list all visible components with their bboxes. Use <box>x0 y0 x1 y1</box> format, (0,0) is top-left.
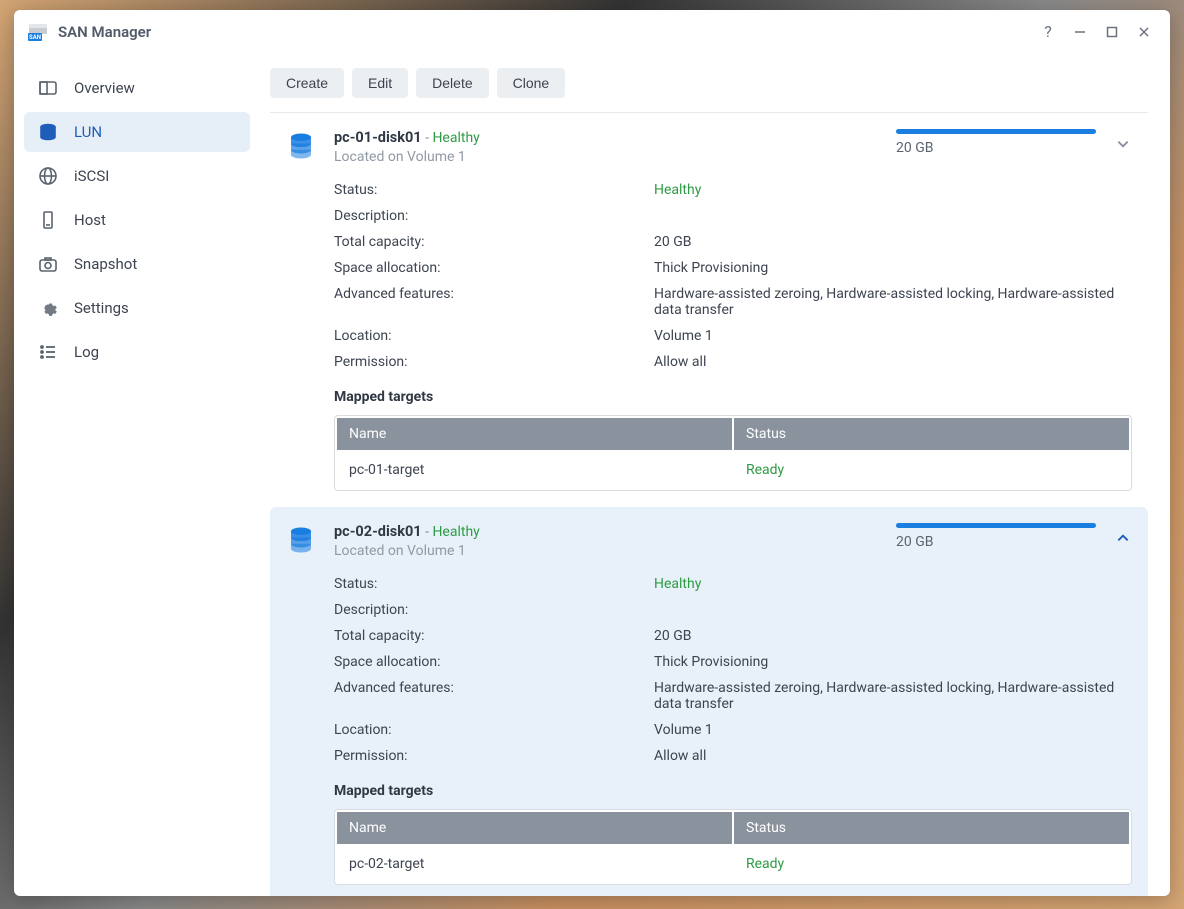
sidebar-item-label: Host <box>74 211 106 229</box>
edit-button[interactable]: Edit <box>352 68 408 98</box>
detail-value: 20 GB <box>654 234 691 250</box>
globe-icon <box>38 166 58 186</box>
sidebar: Overview LUN iSCSI Host <box>14 54 260 896</box>
titlebar: SAN SAN Manager ? <box>14 10 1170 54</box>
help-button[interactable]: ? <box>1034 18 1062 46</box>
col-name: Name <box>337 418 732 450</box>
sidebar-item-log[interactable]: Log <box>24 332 250 372</box>
detail-label: Location: <box>334 328 654 344</box>
usage-bar <box>896 523 1096 528</box>
detail-value: Hardware-assisted zeroing, Hardware-assi… <box>654 286 1132 318</box>
sidebar-item-settings[interactable]: Settings <box>24 288 250 328</box>
col-status: Status <box>734 812 1129 844</box>
col-name: Name <box>337 812 732 844</box>
detail-value: Allow all <box>654 748 706 764</box>
detail-value: Allow all <box>654 354 706 370</box>
overview-icon <box>38 78 58 98</box>
svg-text:SAN: SAN <box>29 34 41 41</box>
target-name: pc-01-target <box>337 452 732 488</box>
lun-icon <box>38 122 58 142</box>
detail-label: Total capacity: <box>334 628 654 644</box>
detail-value: Thick Provisioning <box>654 654 768 670</box>
detail-value: Volume 1 <box>654 328 713 344</box>
target-status: Ready <box>734 846 1129 882</box>
detail-value: 20 GB <box>654 628 691 644</box>
sidebar-item-iscsi[interactable]: iSCSI <box>24 156 250 196</box>
delete-button[interactable]: Delete <box>416 68 488 98</box>
sidebar-item-label: LUN <box>74 123 102 141</box>
detail-value: Volume 1 <box>654 722 713 738</box>
create-button[interactable]: Create <box>270 68 344 98</box>
sidebar-item-label: Log <box>74 343 99 361</box>
sidebar-item-snapshot[interactable]: Snapshot <box>24 244 250 284</box>
target-status: Ready <box>734 452 1129 488</box>
detail-value: Healthy <box>654 182 701 198</box>
chevron-up-icon[interactable] <box>1116 531 1132 547</box>
mapped-targets-title: Mapped targets <box>334 389 1132 405</box>
lun-card[interactable]: pc-01-disk01 - Healthy Located on Volume… <box>270 113 1148 507</box>
detail-label: Status: <box>334 182 654 198</box>
lun-size: 20 GB <box>896 534 1096 550</box>
lun-name: pc-02-disk01 <box>334 523 422 540</box>
disk-icon <box>286 525 316 555</box>
targets-table: Name Status pc-01-target Ready <box>334 415 1132 491</box>
sidebar-item-host[interactable]: Host <box>24 200 250 240</box>
lun-details: Status:Healthy Description: Total capaci… <box>334 177 1132 491</box>
sidebar-item-lun[interactable]: LUN <box>24 112 250 152</box>
detail-label: Description: <box>334 602 654 618</box>
lun-location-sub: Located on Volume 1 <box>334 543 480 559</box>
detail-label: Permission: <box>334 354 654 370</box>
sidebar-item-label: Settings <box>74 299 129 317</box>
table-row[interactable]: pc-02-target Ready <box>337 846 1129 882</box>
lun-health: Healthy <box>432 130 479 146</box>
detail-label: Location: <box>334 722 654 738</box>
content-area: Create Edit Delete Clone pc-01-disk01 - … <box>260 54 1170 896</box>
minimize-button[interactable] <box>1066 18 1094 46</box>
lun-name: pc-01-disk01 <box>334 129 422 146</box>
lun-card[interactable]: pc-02-disk01 - Healthy Located on Volume… <box>270 507 1148 896</box>
host-icon <box>38 210 58 230</box>
usage-bar <box>896 129 1096 134</box>
table-row[interactable]: pc-01-target Ready <box>337 452 1129 488</box>
close-button[interactable] <box>1130 18 1158 46</box>
mapped-targets-title: Mapped targets <box>334 783 1132 799</box>
toolbar: Create Edit Delete Clone <box>270 68 1148 113</box>
lun-location-sub: Located on Volume 1 <box>334 149 480 165</box>
sidebar-item-label: Overview <box>74 79 135 97</box>
detail-label: Advanced features: <box>334 680 654 712</box>
lun-health: Healthy <box>432 524 479 540</box>
detail-value: Thick Provisioning <box>654 260 768 276</box>
sidebar-item-overview[interactable]: Overview <box>24 68 250 108</box>
app-window: SAN SAN Manager ? Overview <box>14 10 1170 896</box>
targets-table: Name Status pc-02-target Ready <box>334 809 1132 885</box>
lun-header[interactable]: pc-02-disk01 - Healthy Located on Volume… <box>286 523 1132 559</box>
list-icon <box>38 342 58 362</box>
clone-button[interactable]: Clone <box>497 68 566 98</box>
detail-label: Description: <box>334 208 654 224</box>
detail-label: Total capacity: <box>334 234 654 250</box>
sidebar-item-label: iSCSI <box>74 167 109 185</box>
detail-label: Permission: <box>334 748 654 764</box>
lun-details: Status:Healthy Description: Total capaci… <box>334 571 1132 885</box>
detail-label: Status: <box>334 576 654 592</box>
target-name: pc-02-target <box>337 846 732 882</box>
detail-value: Hardware-assisted zeroing, Hardware-assi… <box>654 680 1132 712</box>
col-status: Status <box>734 418 1129 450</box>
window-title: SAN Manager <box>58 23 151 41</box>
detail-label: Space allocation: <box>334 654 654 670</box>
lun-header[interactable]: pc-01-disk01 - Healthy Located on Volume… <box>286 129 1132 165</box>
sidebar-item-label: Snapshot <box>74 255 137 273</box>
lun-size: 20 GB <box>896 140 1096 156</box>
chevron-down-icon[interactable] <box>1116 137 1132 153</box>
detail-label: Space allocation: <box>334 260 654 276</box>
gear-icon <box>38 298 58 318</box>
app-icon: SAN <box>26 20 50 44</box>
disk-icon <box>286 131 316 161</box>
camera-icon <box>38 254 58 274</box>
detail-value: Healthy <box>654 576 701 592</box>
detail-label: Advanced features: <box>334 286 654 318</box>
maximize-button[interactable] <box>1098 18 1126 46</box>
